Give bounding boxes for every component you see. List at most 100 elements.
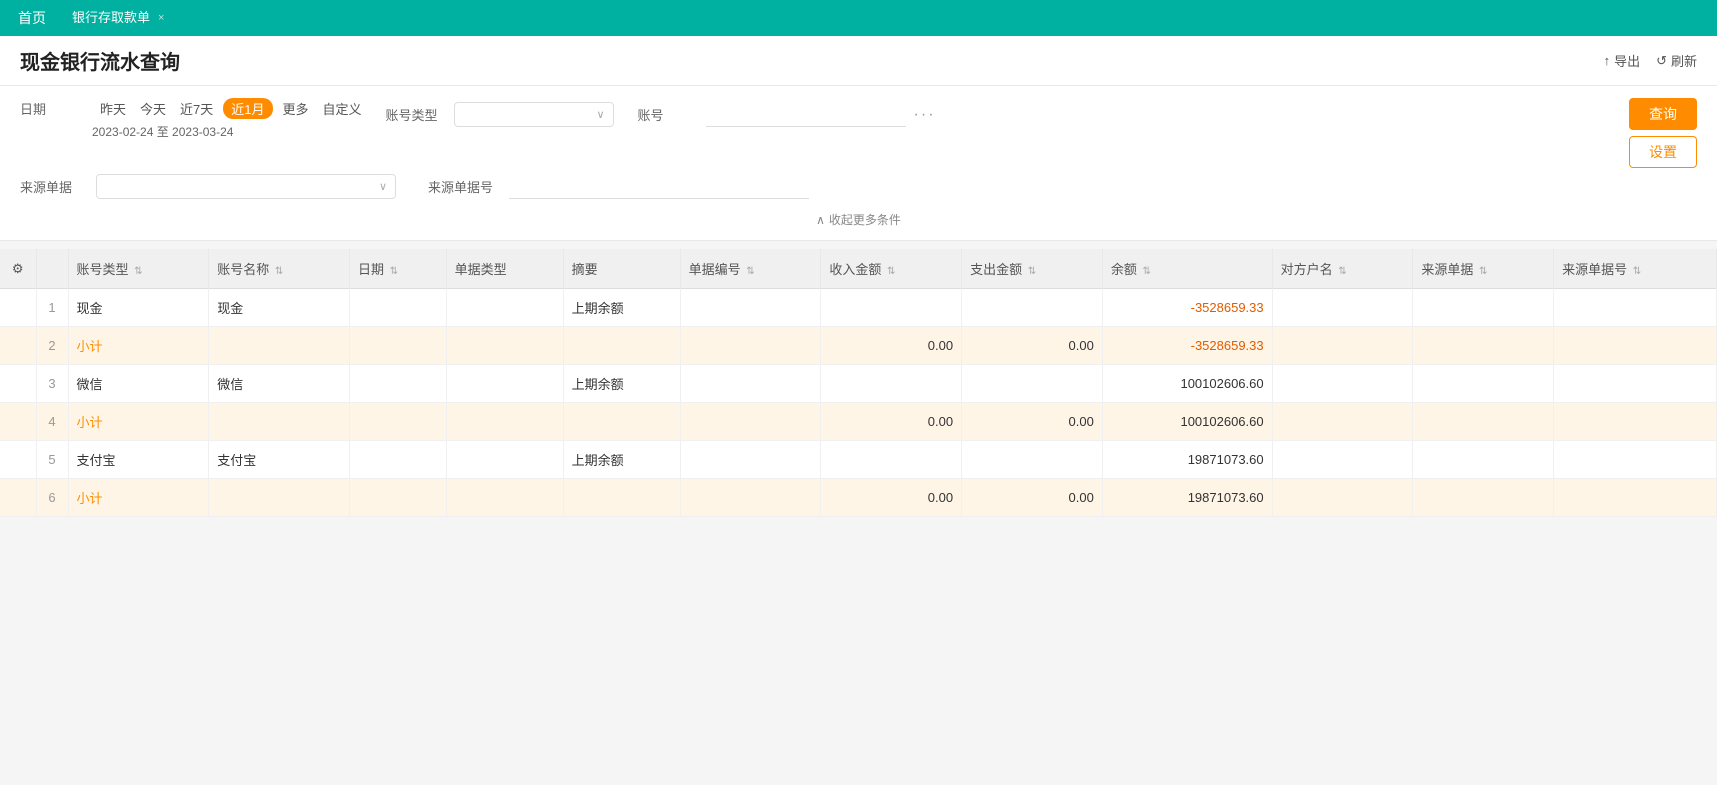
row-expense [962, 289, 1103, 327]
row-account-name [209, 327, 350, 365]
date-label: 日期 [20, 99, 80, 118]
row-counterpart [1272, 479, 1413, 517]
row-income [821, 441, 962, 479]
col-header-source_doc[interactable]: 来源单据 ⇅ [1413, 249, 1554, 289]
sort-icon: ⇅ [746, 266, 754, 277]
page-title: 现金银行流水查询 [20, 46, 180, 75]
row-doc-type [446, 327, 563, 365]
nav-home[interactable]: 首页 [4, 0, 60, 36]
data-table: ⚙ 账号类型 ⇅账号名称 ⇅日期 ⇅单据类型摘要单据编号 ⇅收入金额 ⇅支出金额 … [0, 249, 1717, 517]
sort-icon: ⇅ [275, 266, 283, 277]
page-header: 现金银行流水查询 ↑ 导出 ↺ 刷新 [0, 36, 1717, 86]
col-header-counterpart[interactable]: 对方户名 ⇅ [1272, 249, 1413, 289]
date-option-近7天[interactable]: 近7天 [176, 98, 217, 119]
collapse-bar[interactable]: ∧ 收起更多条件 [20, 207, 1697, 232]
date-option-自定义[interactable]: 自定义 [319, 98, 366, 119]
table-body: 1现金现金上期余额-3528659.332小计0.000.00-3528659.… [0, 289, 1717, 517]
account-more-icon[interactable]: ··· [914, 106, 936, 124]
export-label: 导出 [1614, 51, 1640, 70]
subtotal-label: 小计 [77, 339, 103, 354]
col-header-income[interactable]: 收入金额 ⇅ [821, 249, 962, 289]
row-doc-no [680, 403, 821, 441]
row-account-name: 支付宝 [209, 441, 350, 479]
row-doc-no [680, 289, 821, 327]
row-balance: -3528659.33 [1102, 289, 1272, 327]
sort-icon: ⇅ [390, 266, 398, 277]
row-balance: 19871073.60 [1102, 479, 1272, 517]
row-doc-no [680, 327, 821, 365]
subtotal-label: 小计 [77, 415, 103, 430]
table-row: 6小计0.000.0019871073.60 [0, 479, 1717, 517]
row-doc-type [446, 479, 563, 517]
row-expense [962, 441, 1103, 479]
col-header-account_name[interactable]: 账号名称 ⇅ [209, 249, 350, 289]
col-header-balance[interactable]: 余额 ⇅ [1102, 249, 1272, 289]
row-counterpart [1272, 289, 1413, 327]
settings-button[interactable]: 设置 [1629, 136, 1697, 168]
date-option-今天[interactable]: 今天 [136, 98, 170, 119]
row-account-type: 小计 [68, 403, 209, 441]
account-input[interactable] [706, 103, 906, 127]
sort-icon: ⇅ [1028, 266, 1036, 277]
source-doc-select[interactable]: ∨ [96, 174, 396, 199]
col-header-doc_type: 单据类型 [446, 249, 563, 289]
sort-icon: ⇅ [887, 266, 895, 277]
export-button[interactable]: ↑ 导出 [1604, 51, 1641, 70]
col-header-expense[interactable]: 支出金额 ⇅ [962, 249, 1103, 289]
row-doc-no [680, 479, 821, 517]
row-summary: 上期余额 [563, 441, 680, 479]
account-type-chevron-down-icon: ∨ [596, 108, 604, 121]
row-counterpart [1272, 441, 1413, 479]
refresh-button[interactable]: ↺ 刷新 [1656, 51, 1697, 70]
col-header-source_doc_no[interactable]: 来源单据号 ⇅ [1554, 249, 1717, 289]
row-summary: 上期余额 [563, 365, 680, 403]
table-row: 1现金现金上期余额-3528659.33 [0, 289, 1717, 327]
collapse-label: 收起更多条件 [829, 211, 901, 228]
col-header-date[interactable]: 日期 ⇅ [349, 249, 446, 289]
row-action-cell [0, 403, 36, 441]
row-seq: 5 [36, 441, 68, 479]
date-range: 2023-02-24 至 2023-03-24 [92, 125, 233, 139]
account-type-select[interactable]: ∨ [454, 102, 614, 127]
col-header-account_type[interactable]: 账号类型 ⇅ [68, 249, 209, 289]
row-seq: 4 [36, 403, 68, 441]
table-header: ⚙ 账号类型 ⇅账号名称 ⇅日期 ⇅单据类型摘要单据编号 ⇅收入金额 ⇅支出金额 … [0, 249, 1717, 289]
gear-icon[interactable]: ⚙ [12, 261, 24, 276]
row-account-name [209, 479, 350, 517]
row-source-doc [1413, 327, 1554, 365]
source-doc-no-input[interactable] [509, 175, 809, 199]
row-expense: 0.00 [962, 403, 1103, 441]
sort-icon: ⇅ [1479, 266, 1487, 277]
row-summary [563, 479, 680, 517]
row-summary [563, 403, 680, 441]
close-tab-icon[interactable]: × [158, 0, 164, 36]
row-source-doc [1413, 403, 1554, 441]
row-expense: 0.00 [962, 479, 1103, 517]
query-button[interactable]: 查询 [1629, 98, 1697, 130]
row-account-type: 小计 [68, 327, 209, 365]
table-container: ⚙ 账号类型 ⇅账号名称 ⇅日期 ⇅单据类型摘要单据编号 ⇅收入金额 ⇅支出金额 … [0, 249, 1717, 517]
col-header-doc_no[interactable]: 单据编号 ⇅ [680, 249, 821, 289]
col-header-summary: 摘要 [563, 249, 680, 289]
row-action-cell [0, 365, 36, 403]
source-doc-chevron-down-icon: ∨ [379, 180, 387, 193]
sort-icon: ⇅ [134, 266, 142, 277]
nav-tab-银行存取款单[interactable]: 银行存取款单× [60, 0, 202, 36]
date-option-近1月[interactable]: 近1月 [223, 98, 272, 119]
row-balance: 100102606.60 [1102, 403, 1272, 441]
collapse-icon: ∧ [816, 213, 825, 227]
row-account-type: 现金 [68, 289, 209, 327]
row-doc-type [446, 441, 563, 479]
row-action-cell [0, 289, 36, 327]
top-nav: 首页 收款单×付款单×其他收入单×应收应付调整单×银行存取款单×预收冲应收单×收… [0, 0, 1717, 36]
row-doc-type [446, 403, 563, 441]
row-summary: 上期余额 [563, 289, 680, 327]
date-option-昨天[interactable]: 昨天 [96, 98, 130, 119]
date-option-更多[interactable]: 更多 [279, 98, 313, 119]
source-doc-no-label: 来源单据号 [428, 177, 493, 196]
row-date [349, 289, 446, 327]
row-expense [962, 365, 1103, 403]
row-source-doc-no [1554, 365, 1717, 403]
row-source-doc [1413, 479, 1554, 517]
row-date [349, 441, 446, 479]
